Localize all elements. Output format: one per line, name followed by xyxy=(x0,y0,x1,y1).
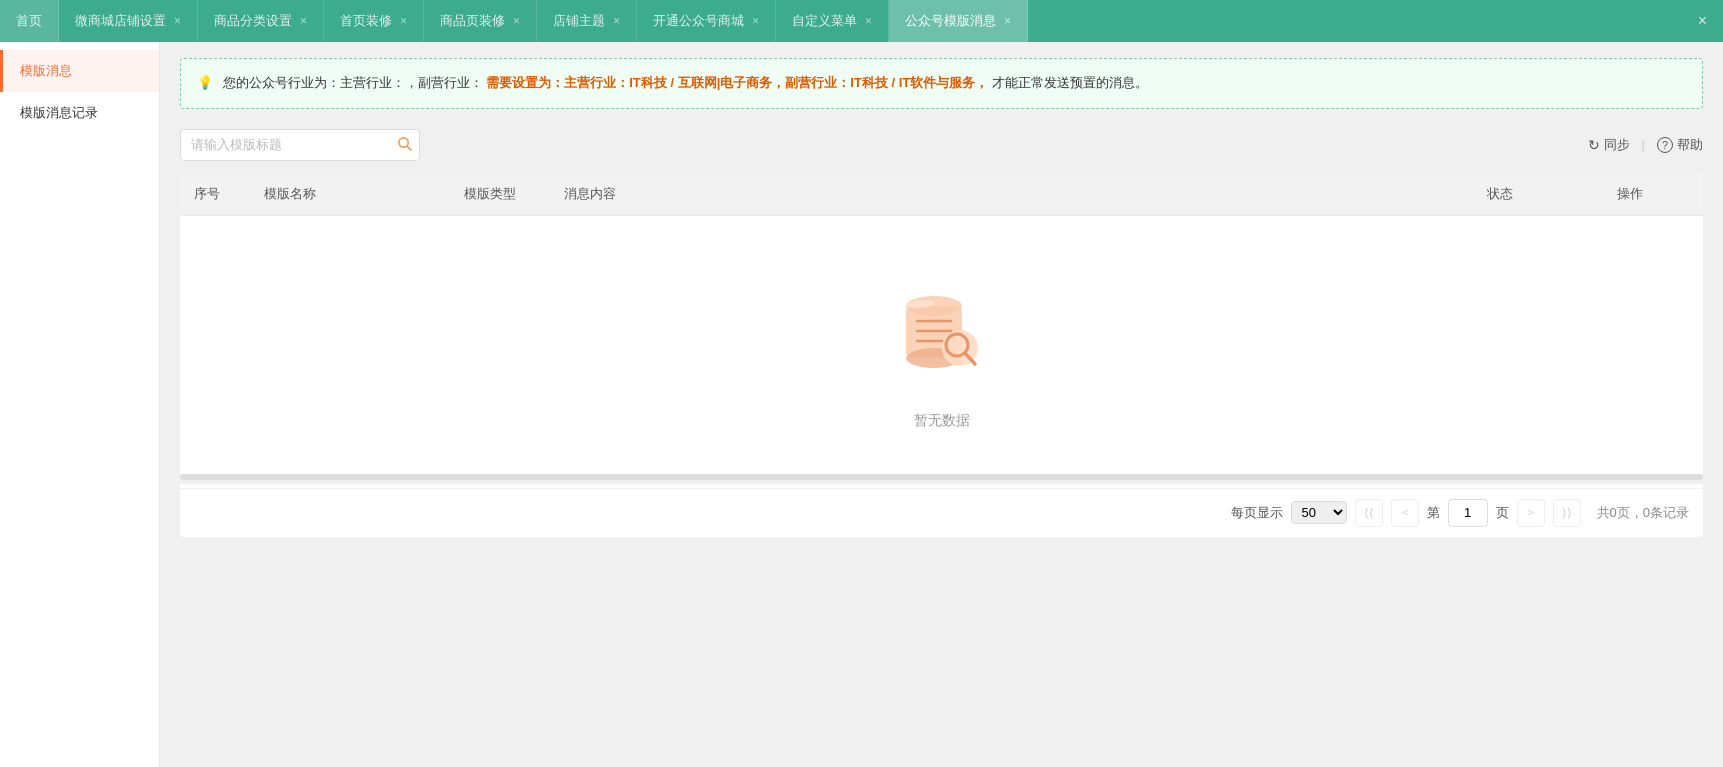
empty-illustration xyxy=(882,276,1002,396)
notice-icon: 💡 xyxy=(197,75,213,90)
notice-box: 💡 您的公众号行业为：主营行业：，副营行业： 需要设置为：主营行业：IT科技 /… xyxy=(180,58,1703,109)
tab-category-settings-label: 商品分类设置 xyxy=(214,12,292,30)
table-wrapper: 序号 模版名称 模版类型 消息内容 状态 操作 xyxy=(180,173,1703,537)
search-bar: ↻ 同步 | ? 帮助 xyxy=(180,129,1703,161)
empty-text: 暂无数据 xyxy=(180,412,1703,430)
sync-icon: ↻ xyxy=(1588,137,1600,153)
sync-label: 同步 xyxy=(1604,136,1630,154)
tab-shop-settings-label: 微商城店铺设置 xyxy=(75,12,166,30)
empty-state: 暂无数据 xyxy=(180,216,1703,470)
toolbar-divider: | xyxy=(1642,137,1645,152)
tab-open-mall[interactable]: 开通公众号商城 × xyxy=(637,0,776,42)
svg-line-1 xyxy=(407,146,411,150)
sidebar-item-template-msg-records[interactable]: 模版消息记录 xyxy=(0,92,159,134)
col-header-action: 操作 xyxy=(1603,173,1703,216)
page-label: 第 xyxy=(1427,504,1440,522)
tab-custom-menu[interactable]: 自定义菜单 × xyxy=(776,0,889,42)
tab-product-decor[interactable]: 商品页装修 × xyxy=(424,0,537,42)
total-info: 共0页，0条记录 xyxy=(1597,504,1689,522)
tab-bar-close-all[interactable]: × xyxy=(1682,12,1723,30)
sidebar-item-template-msg[interactable]: 模版消息 xyxy=(0,50,159,92)
tab-home-decor[interactable]: 首页装修 × xyxy=(324,0,424,42)
search-input[interactable] xyxy=(180,129,420,161)
sync-button[interactable]: ↻ 同步 xyxy=(1588,136,1630,154)
sidebar: 模版消息 模版消息记录 xyxy=(0,42,160,767)
tab-shop-theme[interactable]: 店铺主题 × xyxy=(537,0,637,42)
notice-prefix: 您的公众号行业为：主营行业：，副营行业： xyxy=(223,75,483,90)
tab-home-decor-label: 首页装修 xyxy=(340,12,392,30)
tab-shop-settings[interactable]: 微商城店铺设置 × xyxy=(59,0,198,42)
tab-open-mall-label: 开通公众号商城 xyxy=(653,12,744,30)
col-header-name: 模版名称 xyxy=(250,173,450,216)
help-label: 帮助 xyxy=(1677,136,1703,154)
col-header-type: 模版类型 xyxy=(450,173,550,216)
help-button[interactable]: ? 帮助 xyxy=(1657,136,1703,154)
tab-home-decor-close[interactable]: × xyxy=(400,14,407,28)
page-number-input[interactable] xyxy=(1448,499,1488,527)
tab-product-decor-close[interactable]: × xyxy=(513,14,520,28)
next-page-button[interactable]: ＞ xyxy=(1517,499,1545,527)
tab-shop-theme-close[interactable]: × xyxy=(613,14,620,28)
tab-custom-menu-close[interactable]: × xyxy=(865,14,872,28)
horizontal-scrollbar[interactable] xyxy=(180,474,1703,484)
pagination: 每页显示 50 10 20 100 ⟨⟨ ＜ 第 页 ＞ ⟩⟩ 共0页，0条记录 xyxy=(180,488,1703,537)
tab-template-msg-close[interactable]: × xyxy=(1004,14,1011,28)
tab-bar: 首页 微商城店铺设置 × 商品分类设置 × 首页装修 × 商品页装修 × 店铺主… xyxy=(0,0,1723,42)
main-layout: 模版消息 模版消息记录 💡 您的公众号行业为：主营行业：，副营行业： 需要设置为… xyxy=(0,42,1723,767)
tab-shop-settings-close[interactable]: × xyxy=(174,14,181,28)
search-button[interactable] xyxy=(397,136,412,154)
prev-page-button[interactable]: ＜ xyxy=(1391,499,1419,527)
first-page-button[interactable]: ⟨⟨ xyxy=(1355,499,1383,527)
notice-suffix: 才能正常发送预置的消息。 xyxy=(992,75,1148,90)
col-header-index: 序号 xyxy=(180,173,250,216)
toolbar-right: ↻ 同步 | ? 帮助 xyxy=(1588,136,1703,154)
search-input-wrap xyxy=(180,129,420,161)
tab-home-label: 首页 xyxy=(16,12,42,30)
notice-highlight: 需要设置为：主营行业：IT科技 / 互联网|电子商务，副营行业：IT科技 / I… xyxy=(486,75,988,90)
tab-product-decor-label: 商品页装修 xyxy=(440,12,505,30)
tab-custom-menu-label: 自定义菜单 xyxy=(792,12,857,30)
help-icon: ? xyxy=(1657,137,1673,153)
tab-template-msg[interactable]: 公众号模版消息 × xyxy=(889,0,1028,42)
scrollbar-track xyxy=(180,474,1703,480)
empty-row: 暂无数据 xyxy=(180,215,1703,470)
table-header-row: 序号 模版名称 模版类型 消息内容 状态 操作 xyxy=(180,173,1703,216)
data-table: 序号 模版名称 模版类型 消息内容 状态 操作 xyxy=(180,173,1703,470)
col-header-content: 消息内容 xyxy=(550,173,1473,216)
content-area: 💡 您的公众号行业为：主营行业：，副营行业： 需要设置为：主营行业：IT科技 /… xyxy=(160,42,1723,767)
tab-shop-theme-label: 店铺主题 xyxy=(553,12,605,30)
page-unit: 页 xyxy=(1496,504,1509,522)
tab-category-settings-close[interactable]: × xyxy=(300,14,307,28)
page-size-select[interactable]: 50 10 20 100 xyxy=(1291,501,1347,524)
tab-open-mall-close[interactable]: × xyxy=(752,14,759,28)
col-header-status: 状态 xyxy=(1473,173,1603,216)
tab-home[interactable]: 首页 xyxy=(0,0,59,42)
page-size-label: 每页显示 xyxy=(1231,504,1283,522)
tab-template-msg-label: 公众号模版消息 xyxy=(905,12,996,30)
tab-category-settings[interactable]: 商品分类设置 × xyxy=(198,0,324,42)
last-page-button[interactable]: ⟩⟩ xyxy=(1553,499,1581,527)
